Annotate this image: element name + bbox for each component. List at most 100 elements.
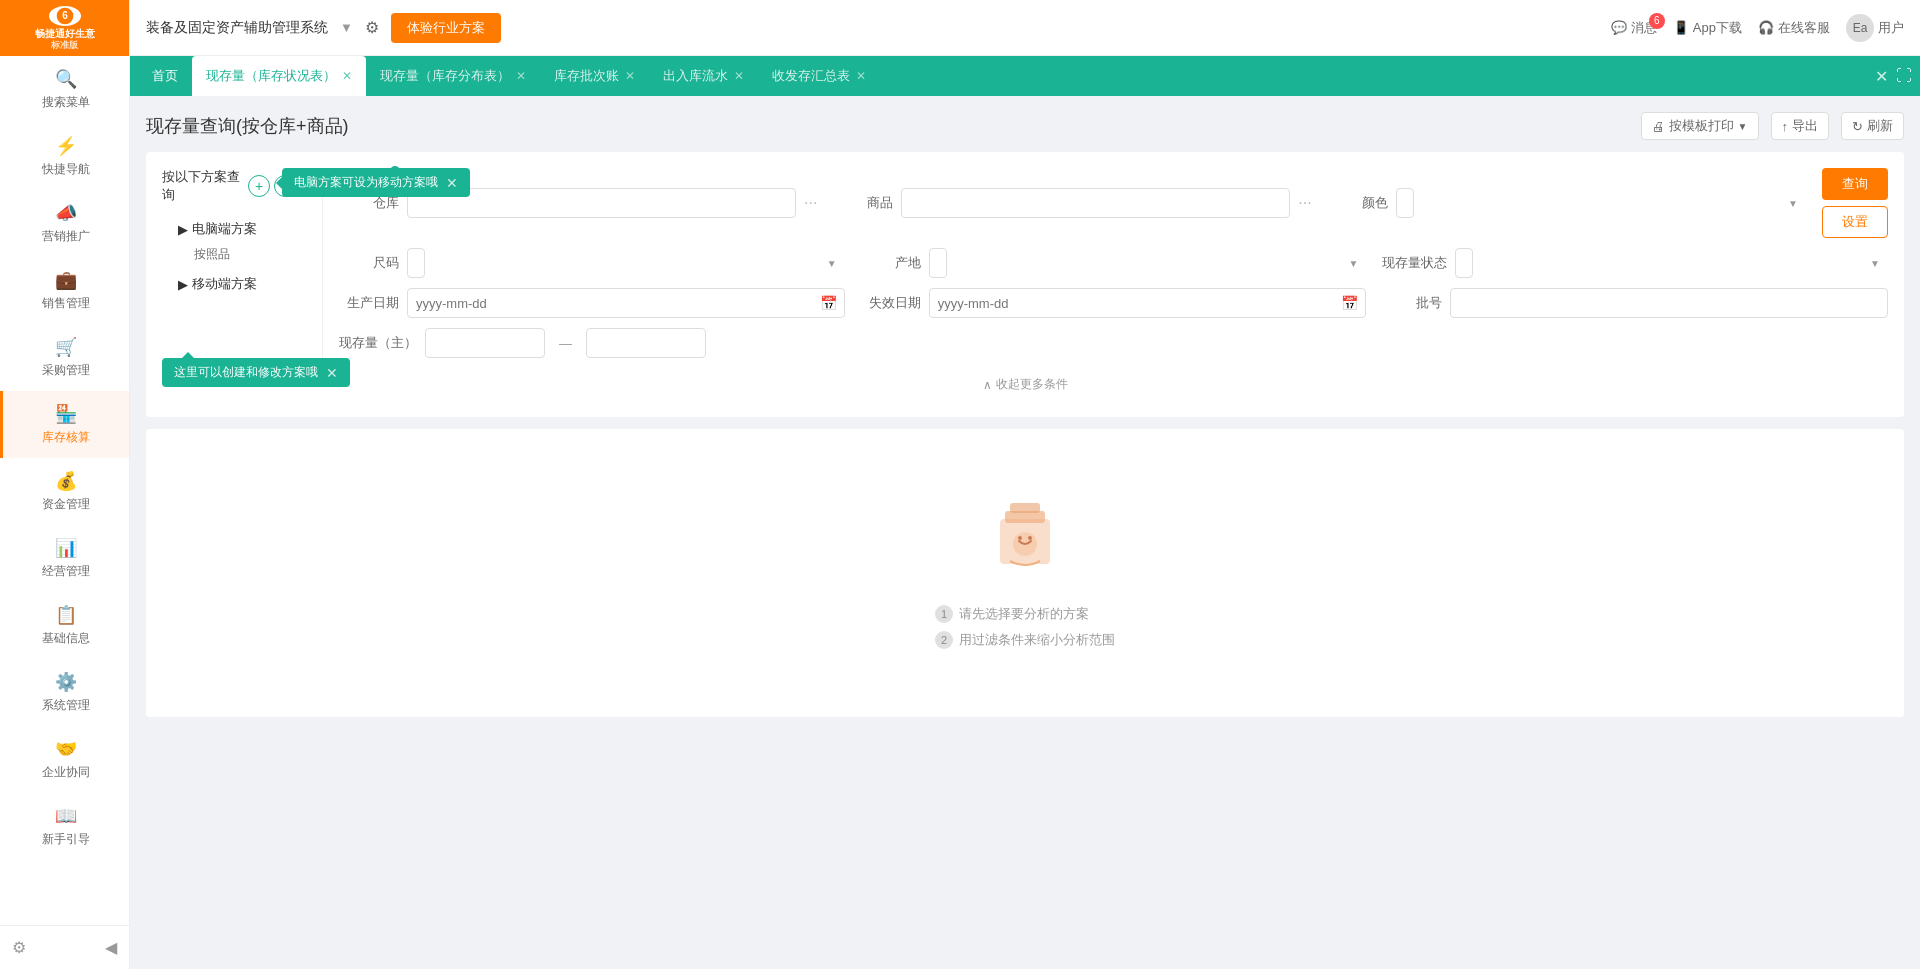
finance-icon: 💰 — [55, 470, 77, 492]
scheme-group-mobile-header[interactable]: ▶ 移动端方案 — [178, 271, 322, 297]
tab-summary[interactable]: 收发存汇总表 ✕ — [758, 56, 880, 96]
inventory-status-select[interactable] — [1455, 248, 1473, 278]
goods-label: 商品 — [833, 194, 893, 212]
prod-date-calendar-icon[interactable]: 📅 — [820, 295, 837, 311]
scheme-tooltip-2-close-icon[interactable]: ✕ — [326, 365, 338, 381]
message-item[interactable]: 💬 消息 6 — [1611, 19, 1657, 37]
origin-select[interactable] — [929, 248, 947, 278]
collapse-up-icon: ∧ — [983, 378, 992, 392]
empty-illustration — [975, 489, 1075, 589]
sidebar-item-finance[interactable]: 💰 资金管理 — [0, 458, 129, 525]
tab-inventory-status[interactable]: 现存量（库存状况表） ✕ — [192, 56, 366, 96]
tab-fullscreen-icon[interactable]: ⛶ — [1896, 67, 1912, 85]
warehouse-dots[interactable]: ··· — [804, 194, 817, 212]
expiry-date-input[interactable] — [929, 288, 1367, 318]
filter-item-prod-date: 生产日期 📅 — [339, 288, 845, 318]
sidebar-item-quicknav[interactable]: ⚡ 快捷导航 — [0, 123, 129, 190]
print-label: 按模板打印 — [1669, 117, 1734, 135]
export-label: 导出 — [1792, 117, 1818, 135]
sidebar-item-guide[interactable]: 📖 新手引导 — [0, 793, 129, 860]
batch-input[interactable] — [1450, 288, 1888, 318]
search-button[interactable]: 查询 — [1822, 168, 1888, 200]
size-label: 尺码 — [339, 254, 399, 272]
empty-state: 1 请先选择要分析的方案 2 用过滤条件来缩小分析范围 — [146, 429, 1904, 717]
sidebar-item-system[interactable]: ⚙️ 系统管理 — [0, 659, 129, 726]
logo-text: 畅捷通好生意 标准版 — [35, 28, 95, 51]
svg-point-7 — [1028, 536, 1032, 540]
color-select[interactable] — [1396, 188, 1414, 218]
sidebar-item-purchase[interactable]: 🛒 采购管理 — [0, 324, 129, 391]
inventory-main-max-input[interactable] — [586, 328, 706, 358]
scheme-tooltip-1-close-icon[interactable]: ✕ — [446, 175, 458, 191]
tab-inventory-status-close-icon[interactable]: ✕ — [342, 70, 352, 82]
tab-inventory-distribution-close-icon[interactable]: ✕ — [516, 70, 526, 82]
sidebar-item-basicinfo-label: 基础信息 — [42, 630, 90, 647]
size-select[interactable] — [407, 248, 425, 278]
tab-home[interactable]: 首页 — [138, 56, 192, 96]
dropdown-arrow-icon: ▼ — [340, 20, 353, 35]
sidebar-bottom: ⚙ ◀ — [0, 925, 129, 969]
export-button[interactable]: ↑ 导出 — [1771, 112, 1830, 140]
sidebar-item-sales[interactable]: 💼 销售管理 — [0, 257, 129, 324]
user-item[interactable]: Ea 用户 — [1846, 14, 1904, 42]
filter-row-3: 生产日期 📅 失效日期 📅 — [339, 288, 1888, 318]
avatar: Ea — [1846, 14, 1874, 42]
print-button[interactable]: 🖨 按模板打印 ▼ — [1641, 112, 1759, 140]
tab-inventory-distribution[interactable]: 现存量（库存分布表） ✕ — [366, 56, 540, 96]
add-scheme-button[interactable]: + — [248, 175, 270, 197]
guide-icon: 📖 — [55, 805, 77, 827]
industry-plan-button[interactable]: 体验行业方案 — [391, 13, 501, 43]
reset-button[interactable]: 设置 — [1822, 206, 1888, 238]
refresh-button[interactable]: ↻ 刷新 — [1841, 112, 1904, 140]
system-name-label: 装备及固定资产辅助管理系统 — [146, 19, 328, 37]
scheme-item-by-goods[interactable]: 按照品 — [178, 242, 322, 267]
app-download-item[interactable]: 📱 App下载 — [1673, 19, 1742, 37]
tab-summary-close-icon[interactable]: ✕ — [856, 70, 866, 82]
sidebar-item-basicinfo[interactable]: 📋 基础信息 — [0, 592, 129, 659]
filter-item-size: 尺码 — [339, 248, 845, 278]
page-title: 现存量查询(按仓库+商品) — [146, 114, 349, 138]
tab-inventory-status-label: 现存量（库存状况表） — [206, 67, 336, 85]
settings-gear-icon[interactable]: ⚙ — [365, 18, 379, 37]
tab-inout-flow-label: 出入库流水 — [663, 67, 728, 85]
sidebar-item-enterprise-label: 企业协同 — [42, 764, 90, 781]
sidebar-item-marketing-label: 营销推广 — [42, 228, 90, 245]
filter-item-inventory-status: 现存量状态 — [1382, 248, 1888, 278]
tab-batch-ledger[interactable]: 库存批次账 ✕ — [540, 56, 649, 96]
sidebar-item-operations-label: 经营管理 — [42, 563, 90, 580]
filter-row-1: 仓库 ··· 商品 ··· 颜色 — [339, 168, 1888, 238]
sidebar-item-enterprise[interactable]: 🤝 企业协同 — [0, 726, 129, 793]
printer-icon: 🖨 — [1652, 119, 1665, 134]
tab-batch-ledger-close-icon[interactable]: ✕ — [625, 70, 635, 82]
online-support-item[interactable]: 🎧 在线客服 — [1758, 19, 1830, 37]
search-icon: 🔍 — [55, 68, 77, 90]
filter-item-expiry-date: 失效日期 📅 — [861, 288, 1367, 318]
logo-icon: 6 — [49, 6, 81, 26]
tab-close-all-icon[interactable]: ✕ — [1875, 67, 1888, 86]
page-title-bar: 现存量查询(按仓库+商品) 🖨 按模板打印 ▼ ↑ 导出 ↻ 刷新 — [146, 112, 1904, 140]
scheme-group-pc-header[interactable]: ▶ 电脑端方案 — [178, 216, 322, 242]
sidebar-item-operations[interactable]: 📊 经营管理 — [0, 525, 129, 592]
collapse-bar[interactable]: ∧ 收起更多条件 — [162, 368, 1888, 401]
sidebar-item-finance-label: 资金管理 — [42, 496, 90, 513]
settings-btn[interactable]: ⚙ — [12, 938, 26, 957]
origin-label: 产地 — [861, 254, 921, 272]
goods-input[interactable] — [901, 188, 1290, 218]
collapse-sidebar-btn[interactable]: ◀ — [105, 938, 117, 957]
svg-rect-4 — [1010, 503, 1040, 513]
sidebar-item-inventory[interactable]: 🏪 库存核算 — [0, 391, 129, 458]
sidebar: 6 畅捷通好生意 标准版 🔍 搜索菜单 ⚡ 快捷导航 📣 营销推广 💼 销售管理… — [0, 0, 130, 969]
header: 装备及固定资产辅助管理系统 ▼ ⚙ 体验行业方案 💬 消息 6 📱 App下载 … — [130, 0, 1920, 56]
sidebar-item-marketing[interactable]: 📣 营销推广 — [0, 190, 129, 257]
tab-inout-flow[interactable]: 出入库流水 ✕ — [649, 56, 758, 96]
expiry-date-calendar-icon[interactable]: 📅 — [1341, 295, 1358, 311]
goods-dots[interactable]: ··· — [1298, 194, 1311, 212]
prod-date-input[interactable] — [407, 288, 845, 318]
inventory-main-min-input[interactable] — [425, 328, 545, 358]
main-area: 装备及固定资产辅助管理系统 ▼ ⚙ 体验行业方案 💬 消息 6 📱 App下载 … — [130, 0, 1920, 969]
tab-inout-flow-close-icon[interactable]: ✕ — [734, 70, 744, 82]
sidebar-item-sales-label: 销售管理 — [42, 295, 90, 312]
scheme-list: ▶ 电脑端方案 按照品 ▶ 移动端方案 — [162, 216, 322, 297]
inventory-main-dash: — — [553, 336, 578, 351]
sidebar-item-search[interactable]: 🔍 搜索菜单 — [0, 56, 129, 123]
